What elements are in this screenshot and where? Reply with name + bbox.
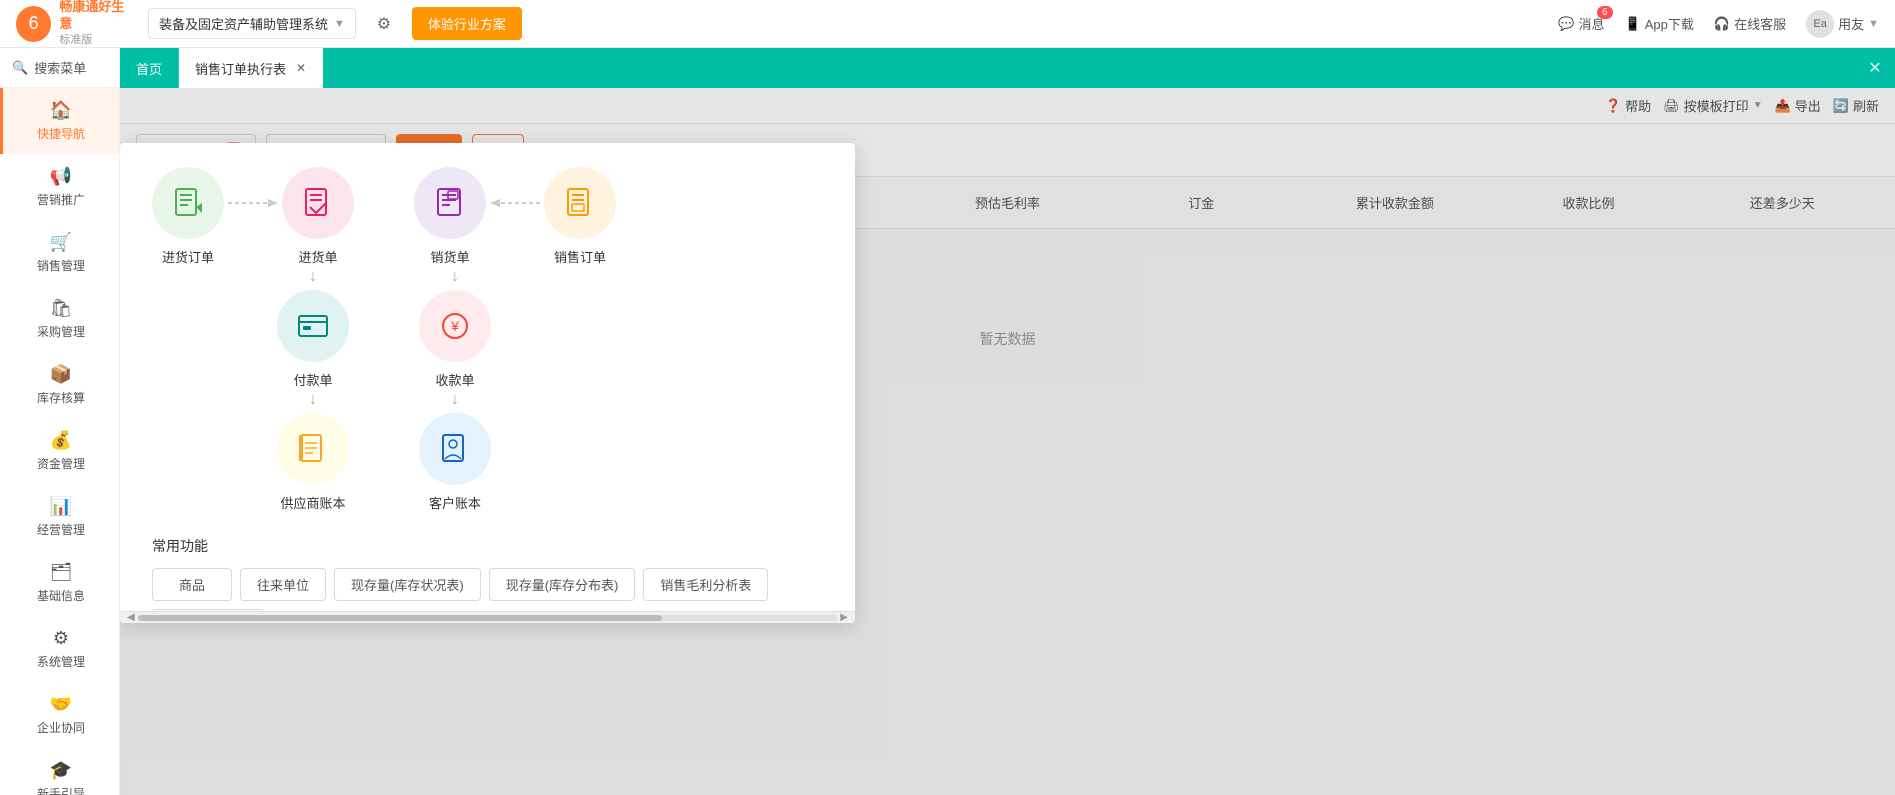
trial-button[interactable]: 体验行业方案 (412, 7, 522, 40)
func-button-1[interactable]: 往来单位 (240, 568, 326, 601)
megaphone-icon: 📢 (50, 166, 72, 187)
message-icon: 💬 (1558, 16, 1574, 32)
sidebar-item-label: 新手引导 (37, 785, 85, 795)
chevron-down-icon: ▼ (1868, 18, 1879, 30)
tab-sales-order-exec[interactable]: 销售订单执行表 ✕ (179, 48, 323, 88)
handshake-icon: 🤝 (50, 694, 72, 715)
message-badge: 6 (1597, 6, 1613, 19)
scroll-right-arrow[interactable]: ▶ (837, 612, 851, 623)
bag-icon: 🛍 (50, 298, 73, 319)
sidebar-item-label: 销售管理 (37, 257, 85, 274)
box-icon: 📦 (50, 364, 72, 385)
sidebar-item-label: 经营管理 (37, 521, 85, 538)
sidebar-item-operations[interactable]: 📊 经营管理 (0, 484, 119, 550)
sidebar-item-label: 库存核算 (37, 389, 85, 406)
flow-item-purchase-bill[interactable]: 进货单 (282, 167, 354, 266)
svg-text:¥: ¥ (450, 318, 459, 334)
flow-item-purchase-order[interactable]: 进货订单 (152, 167, 224, 266)
sidebar-item-enterprise[interactable]: 🤝 企业协同 (0, 682, 119, 748)
sidebar-item-label: 营销推广 (37, 191, 85, 208)
download-icon: 📱 (1625, 16, 1641, 32)
func-button-3[interactable]: 现存量(库存分布表) (489, 568, 636, 601)
purchase-order-icon (152, 167, 224, 239)
scrollbar-thumb (138, 615, 663, 621)
sidebar-item-inventory[interactable]: 📦 库存核算 (0, 352, 119, 418)
modal-scrollbar[interactable]: ◀ ▶ (120, 611, 855, 623)
sidebar-item-label: 快捷导航 (37, 125, 85, 142)
purchase-bill-icon (282, 167, 354, 239)
folder-icon: 🗂 (50, 562, 73, 583)
sidebar-item-finance[interactable]: 💰 资金管理 (0, 418, 119, 484)
flow-item-receipt[interactable]: ¥ 收款单 (419, 290, 491, 389)
sidebar-item-purchase[interactable]: 🛍 采购管理 (0, 286, 119, 352)
tab-bar: 首页 销售订单执行表 ✕ ✕ (120, 48, 1895, 88)
message-button[interactable]: 💬 消息 6 (1558, 14, 1604, 33)
func-button-2[interactable]: 现存量(库存状况表) (334, 568, 481, 601)
chart-icon: 📊 (50, 496, 72, 517)
home-icon: 🏠 (50, 100, 72, 121)
user-menu[interactable]: Ea 用友 ▼ (1806, 10, 1879, 38)
chevron-down-icon: ▼ (334, 18, 345, 30)
logo-icon: 6 (16, 6, 51, 42)
flow-item-sales-bill[interactable]: 销货单 (414, 167, 486, 266)
sidebar: 🔍 搜索菜单 🏠 快捷导航 📢 营销推广 🛒 销售管理 🛍 采购管理 📦 (0, 48, 120, 795)
customer-ledger-icon (419, 413, 491, 485)
flow-item-customer-ledger[interactable]: 客户账本 (419, 413, 491, 512)
flow-item-supplier-ledger[interactable]: 供应商账本 (277, 413, 349, 512)
flow-item-payment[interactable]: 付款单 (277, 290, 349, 389)
receipt-icon: ¥ (419, 290, 491, 362)
system-name-label: 装备及固定资产辅助管理系统 (159, 14, 328, 33)
sidebar-item-quick-nav[interactable]: 🏠 快捷导航 (0, 88, 119, 154)
quick-nav-modal: 进货订单 (120, 143, 855, 623)
modal-overlay[interactable]: 进货订单 (120, 88, 1895, 795)
scrollbar-track (138, 615, 838, 621)
sidebar-item-label: 系统管理 (37, 653, 85, 670)
sidebar-item-sales[interactable]: 🛒 销售管理 (0, 220, 119, 286)
avatar: Ea (1806, 10, 1834, 38)
arrow-down-receipt: ↓ (451, 268, 459, 286)
supplier-ledger-icon (277, 413, 349, 485)
sidebar-item-label: 企业协同 (37, 719, 85, 736)
online-service-button[interactable]: 🎧 在线客服 (1714, 14, 1786, 33)
flow-item-sales-order[interactable]: 销售订单 (544, 167, 616, 266)
arrow-down-customer: ↓ (451, 391, 459, 409)
common-functions-title: 常用功能 (152, 536, 823, 556)
sidebar-item-newbie[interactable]: 🎓 新手引导 (0, 748, 119, 795)
tab-close-icon[interactable]: ✕ (296, 61, 306, 75)
sidebar-item-marketing[interactable]: 📢 营销推广 (0, 154, 119, 220)
logo-text: 畅康通好生意 标准版 (59, 0, 136, 48)
page-content: ❓ 帮助 🖨 按模板打印 ▼ 📤 导出 🔄 刷新 (120, 88, 1895, 795)
search-menu-label: 搜索菜单 (34, 58, 86, 77)
graduation-icon: 🎓 (50, 760, 72, 781)
payment-icon (277, 290, 349, 362)
tab-bar-close-button[interactable]: ✕ (1855, 48, 1895, 88)
search-menu-button[interactable]: 🔍 搜索菜单 (0, 48, 119, 88)
arrow-down-supplier: ↓ (309, 391, 317, 409)
sales-bill-icon (414, 167, 486, 239)
gear-button[interactable]: ⚙ (368, 8, 400, 40)
func-button-0[interactable]: 商品 (152, 568, 232, 601)
search-icon: 🔍 (12, 60, 28, 76)
sidebar-item-label: 基础信息 (37, 587, 85, 604)
gear-icon: ⚙ (53, 628, 69, 649)
app-download-button[interactable]: 📱 App下载 (1625, 14, 1694, 33)
tab-home-label: 首页 (136, 59, 162, 78)
tab-home[interactable]: 首页 (120, 48, 179, 88)
sidebar-item-base[interactable]: 🗂 基础信息 (0, 550, 119, 616)
tab-label: 销售订单执行表 (195, 59, 286, 78)
func-button-4[interactable]: 销售毛利分析表 (643, 568, 768, 601)
arrow-down-payment: ↓ (309, 268, 317, 286)
sidebar-item-system[interactable]: ⚙ 系统管理 (0, 616, 119, 682)
flow-diagram: 进货订单 (152, 167, 823, 512)
sales-order-icon (544, 167, 616, 239)
cart-icon: 🛒 (50, 232, 72, 253)
sidebar-item-label: 资金管理 (37, 455, 85, 472)
scroll-left-arrow[interactable]: ◀ (124, 612, 138, 623)
headset-icon: 🎧 (1714, 16, 1730, 32)
system-selector[interactable]: 装备及固定资产辅助管理系统 ▼ (148, 8, 356, 39)
logo-area: 6 畅康通好生意 标准版 (16, 0, 136, 48)
common-functions-section: 常用功能 商品往来单位现存量(库存状况表)现存量(库存分布表)销售毛利分析表商品… (152, 536, 823, 623)
money-icon: 💰 (50, 430, 72, 451)
sidebar-item-label: 采购管理 (37, 323, 85, 340)
